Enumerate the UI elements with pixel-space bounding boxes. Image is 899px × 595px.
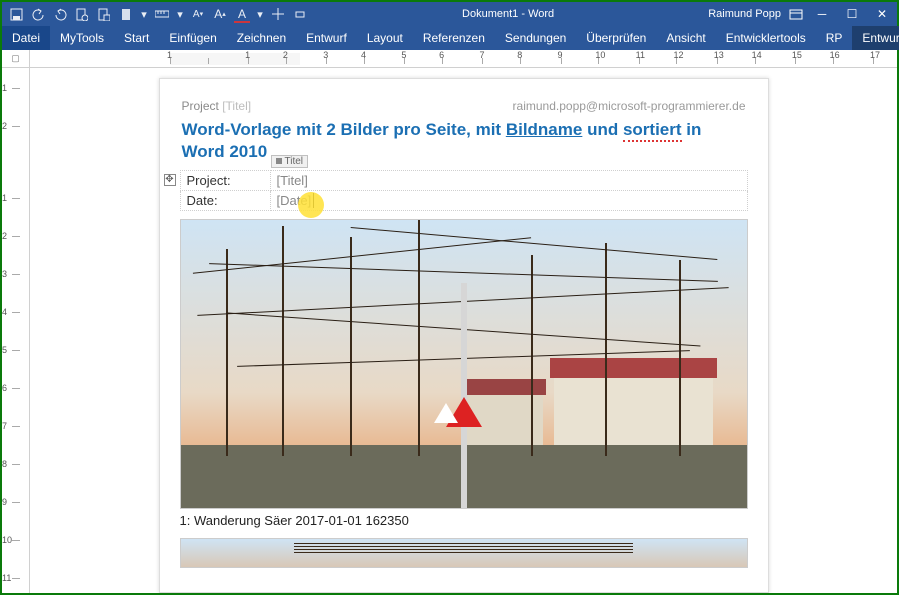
table-row[interactable]: Project: Titel [Titel] bbox=[180, 171, 747, 191]
qat-tool2-icon[interactable] bbox=[292, 6, 308, 22]
project-table[interactable]: Project: Titel [Titel] Date: [Date] bbox=[180, 170, 748, 211]
window-title: Dokument1 - Word bbox=[308, 8, 708, 20]
header-project-placeholder: [Titel] bbox=[222, 99, 251, 113]
tab-entwurf[interactable]: Entwurf bbox=[296, 26, 357, 50]
qat-more-icon[interactable]: ▾ bbox=[140, 6, 148, 22]
redo-icon[interactable] bbox=[52, 6, 68, 22]
quick-access-toolbar: ▾ ▾ A▾ A▴ A ▾ bbox=[2, 6, 308, 22]
tab-ueberpruefen[interactable]: Überprüfen bbox=[576, 26, 656, 50]
page-area[interactable]: Project [Titel] raimund.popp@microsoft-p… bbox=[30, 68, 897, 593]
document-heading[interactable]: Word-Vorlage mit 2 Bilder pro Seite, mit… bbox=[180, 116, 748, 170]
font-color-icon[interactable]: A bbox=[234, 6, 250, 22]
tab-file[interactable]: Datei bbox=[2, 26, 50, 50]
minimize-button[interactable]: ─ bbox=[807, 4, 837, 24]
page-header: Project [Titel] raimund.popp@microsoft-p… bbox=[180, 93, 748, 116]
title-bar: ▾ ▾ A▾ A▴ A ▾ Dokument1 - Word Raimund P… bbox=[2, 2, 897, 26]
heading-part-3: und bbox=[582, 120, 623, 139]
window-controls: ─ ☐ ✕ bbox=[807, 4, 897, 24]
work-area: 1 2 1 2 3 4 5 6 7 8 9 10 11 Project [Tit… bbox=[2, 68, 897, 593]
qat-more2-icon[interactable]: ▾ bbox=[176, 6, 184, 22]
close-button[interactable]: ✕ bbox=[867, 4, 897, 24]
header-email: raimund.popp@microsoft-programmierer.de bbox=[513, 99, 746, 113]
context-tab-entwurf[interactable]: Entwurf bbox=[852, 26, 899, 50]
ruler-icon[interactable] bbox=[154, 6, 170, 22]
tab-layout[interactable]: Layout bbox=[357, 26, 413, 50]
tab-referenzen[interactable]: Referenzen bbox=[413, 26, 495, 50]
tab-ansicht[interactable]: Ansicht bbox=[656, 26, 715, 50]
tab-entwicklertools[interactable]: Entwicklertools bbox=[716, 26, 816, 50]
qat-more3-icon[interactable]: ▾ bbox=[256, 6, 264, 22]
vertical-ruler[interactable]: 1 2 1 2 3 4 5 6 7 8 9 10 11 bbox=[2, 68, 30, 593]
page[interactable]: Project [Titel] raimund.popp@microsoft-p… bbox=[159, 78, 769, 593]
cell-date-value[interactable]: [Date] bbox=[270, 191, 747, 211]
header-project-label: Project bbox=[182, 99, 219, 113]
tab-start[interactable]: Start bbox=[114, 26, 159, 50]
image-caption-1[interactable]: 1: Wanderung Säer 2017-01-01 162350 bbox=[180, 509, 748, 528]
horizontal-ruler[interactable]: 1 12 34 56 78 910 1112 1314 1516 1718 19 bbox=[30, 50, 897, 67]
tab-zeichnen[interactable]: Zeichnen bbox=[227, 26, 296, 50]
font-dec-icon[interactable]: A▾ bbox=[190, 6, 206, 22]
share-icon[interactable] bbox=[789, 8, 803, 20]
touch-icon[interactable] bbox=[118, 6, 134, 22]
cell-project-value[interactable]: Titel [Titel] bbox=[270, 171, 747, 191]
new-doc2-icon[interactable] bbox=[96, 6, 112, 22]
ribbon-tabs: Datei MyTools Start Einfügen Zeichnen En… bbox=[2, 26, 897, 50]
content-control-tag[interactable]: Titel bbox=[271, 155, 309, 168]
ruler-corner: ▢ bbox=[2, 50, 30, 67]
font-inc-icon[interactable]: A▴ bbox=[212, 6, 228, 22]
header-project: Project [Titel] bbox=[182, 99, 252, 113]
inserted-image-1[interactable] bbox=[180, 219, 748, 509]
inserted-image-2[interactable] bbox=[180, 538, 748, 568]
maximize-button[interactable]: ☐ bbox=[837, 4, 867, 24]
new-doc-icon[interactable] bbox=[74, 6, 90, 22]
undo-icon[interactable] bbox=[30, 6, 46, 22]
cell-date-label[interactable]: Date: bbox=[180, 191, 270, 211]
tab-rp[interactable]: RP bbox=[816, 26, 853, 50]
tab-mytools[interactable]: MyTools bbox=[50, 26, 114, 50]
user-name[interactable]: Raimund Popp bbox=[708, 8, 781, 20]
horizontal-ruler-row: ▢ 1 12 34 56 78 910 1112 1314 1516 1718 … bbox=[2, 50, 897, 68]
tab-einfuegen[interactable]: Einfügen bbox=[159, 26, 226, 50]
warning-sign-icon bbox=[446, 397, 482, 427]
user-area: Raimund Popp bbox=[708, 8, 807, 20]
cell-project-label[interactable]: Project: bbox=[180, 171, 270, 191]
table-anchor-icon[interactable]: ✥ bbox=[164, 174, 176, 186]
table-wrapper: ✥ Project: Titel [Titel] Date: [Date] bbox=[180, 170, 748, 211]
heading-part-1: Word-Vorlage mit 2 Bilder pro Seite, mit bbox=[182, 120, 506, 139]
save-icon[interactable] bbox=[8, 6, 24, 22]
heading-part-2: Bildname bbox=[506, 120, 583, 139]
qat-tool1-icon[interactable] bbox=[270, 6, 286, 22]
tab-sendungen[interactable]: Sendungen bbox=[495, 26, 576, 50]
table-row[interactable]: Date: [Date] bbox=[180, 191, 747, 211]
heading-part-4: sortiert bbox=[623, 120, 682, 142]
